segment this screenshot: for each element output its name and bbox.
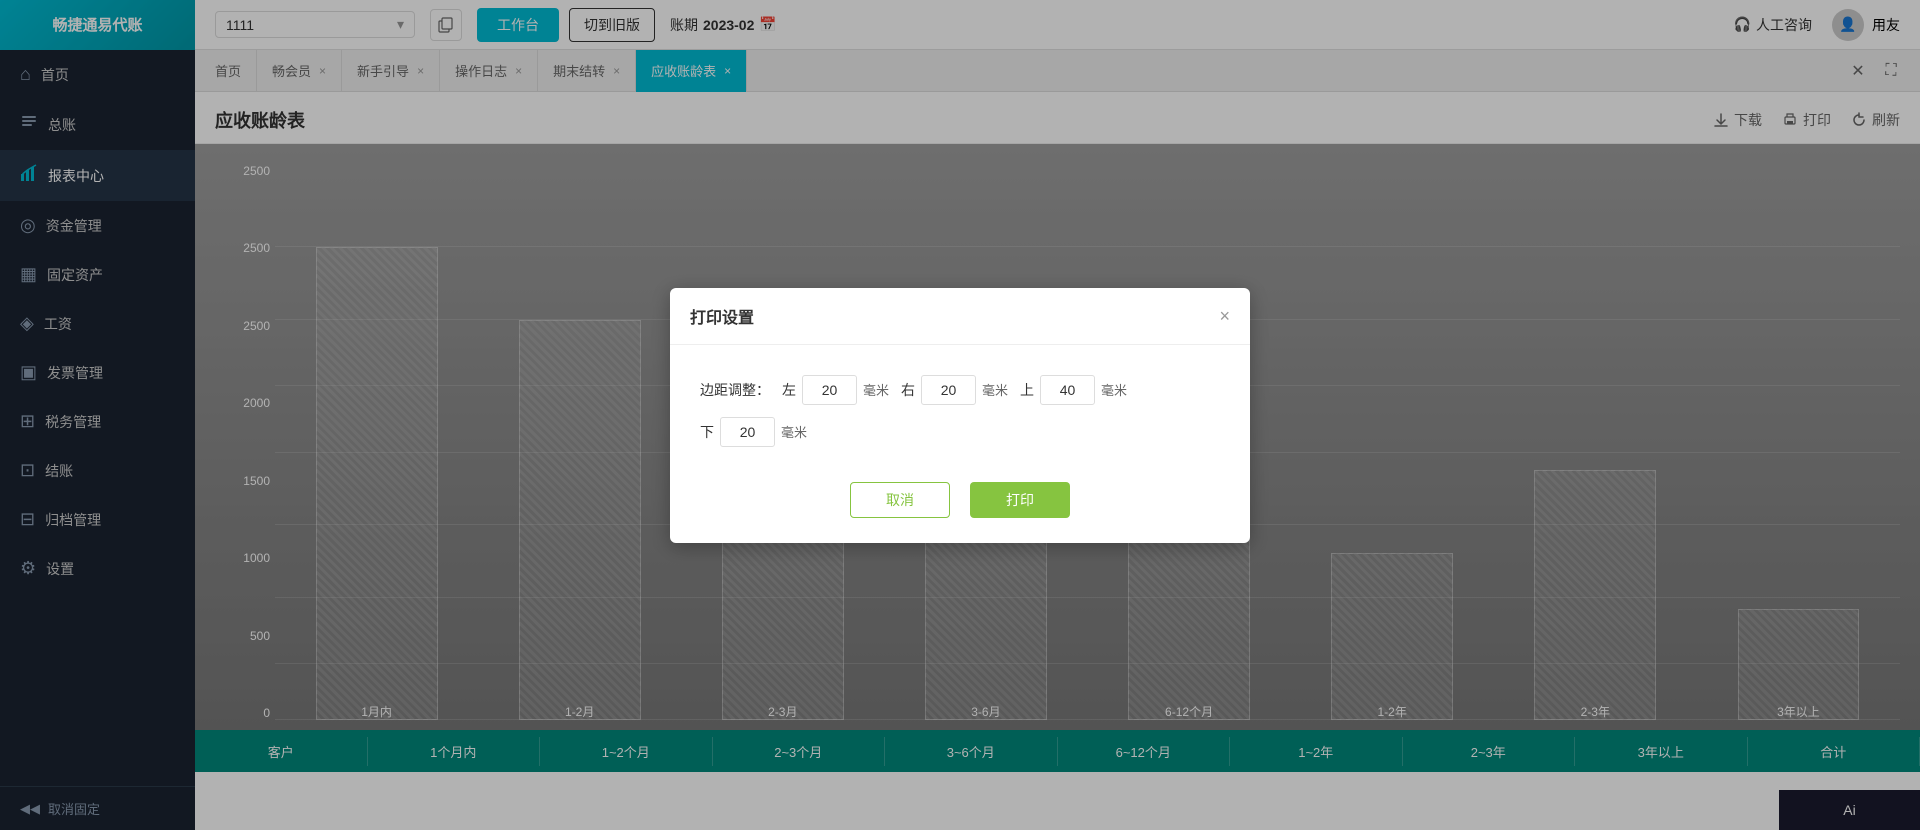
right-margin-group: 右 毫米 — [901, 375, 1008, 405]
left-unit: 毫米 — [863, 380, 889, 399]
modal-close-button[interactable]: × — [1219, 307, 1230, 325]
left-margin-group: 左 毫米 — [782, 375, 889, 405]
right-unit: 毫米 — [982, 380, 1008, 399]
confirm-print-button[interactable]: 打印 — [970, 482, 1070, 518]
left-margin-input[interactable] — [802, 375, 857, 405]
top-margin-group: 上 毫米 — [1020, 375, 1127, 405]
left-label: 左 — [782, 380, 796, 400]
right-label: 右 — [901, 380, 915, 400]
modal-body: 边距调整： 左 毫米 右 毫米 上 毫米 下 — [670, 345, 1250, 467]
bottom-margin-input[interactable] — [720, 417, 775, 447]
top-margin-input[interactable] — [1040, 375, 1095, 405]
top-label: 上 — [1020, 380, 1034, 400]
margin-row: 边距调整： 左 毫米 右 毫米 上 毫米 下 — [700, 375, 1220, 447]
modal-title: 打印设置 — [690, 304, 754, 328]
bottom-unit: 毫米 — [781, 422, 807, 441]
modal-header: 打印设置 × — [670, 288, 1250, 345]
cancel-button[interactable]: 取消 — [850, 482, 950, 518]
bottom-label: 下 — [700, 422, 714, 442]
margin-label: 边距调整： — [700, 380, 770, 400]
bottom-margin-group: 下 毫米 — [700, 417, 807, 447]
right-margin-input[interactable] — [921, 375, 976, 405]
modal-overlay: 打印设置 × 边距调整： 左 毫米 右 毫米 上 毫米 — [0, 0, 1920, 830]
top-unit: 毫米 — [1101, 380, 1127, 399]
modal-footer: 取消 打印 — [670, 467, 1250, 543]
print-settings-modal: 打印设置 × 边距调整： 左 毫米 右 毫米 上 毫米 — [670, 288, 1250, 543]
